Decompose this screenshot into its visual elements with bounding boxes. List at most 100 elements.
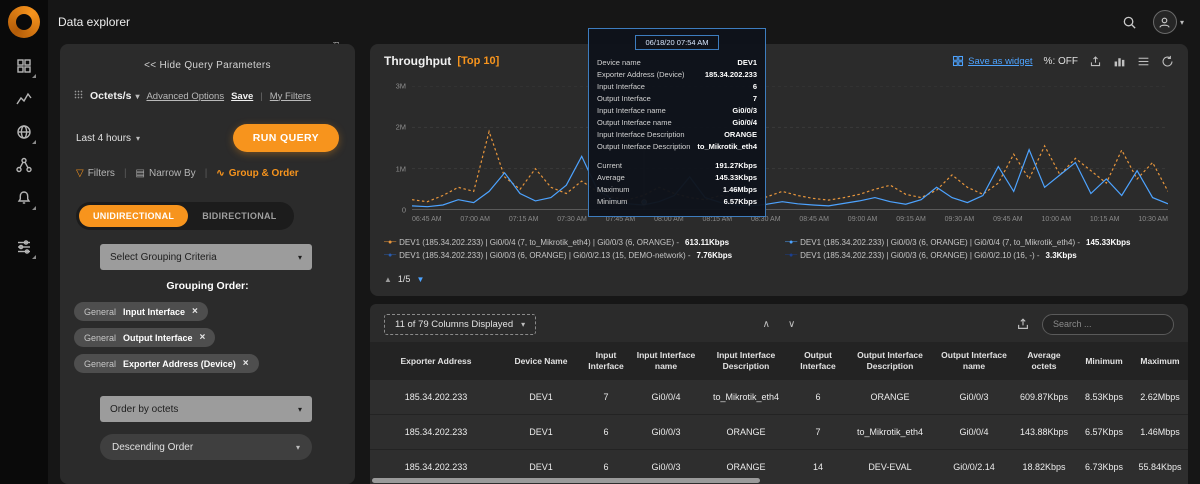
table-header-cell[interactable]: Input Interface name (632, 342, 700, 380)
search-icon[interactable] (1122, 15, 1137, 30)
y-axis-tick: 3M (395, 81, 406, 91)
table-header-cell[interactable]: Output Interface name (936, 342, 1012, 380)
table-cell: 7 (815, 427, 821, 437)
throughput-plot-area[interactable] (412, 86, 1168, 210)
legend-item[interactable]: ─●─ DEV1 (185.34.202.233) | Gi0/0/4 (7, t… (384, 238, 775, 247)
apps-icon[interactable] (12, 54, 36, 78)
percent-toggle[interactable]: %: OFF (1044, 56, 1078, 67)
chart-icon[interactable] (12, 87, 36, 111)
table-cell: 185.34.202.233 (404, 392, 468, 402)
collapse-up-icon[interactable]: ∧ (763, 319, 770, 330)
table-cell: 185.34.202.233 (404, 427, 468, 437)
table-header-cell[interactable]: Exporter Address (370, 342, 502, 380)
legend-page-up-icon[interactable]: ▲ (384, 275, 392, 284)
query-tabs: ▽ Filters | ▤ Narrow By | ∿ Group & Order (76, 168, 347, 179)
legend-item[interactable]: ─●─ DEV1 (185.34.202.233) | Gi0/0/3 (6, O… (384, 251, 775, 260)
globe-icon[interactable] (12, 120, 36, 144)
app-logo[interactable] (8, 6, 40, 38)
table-cell: 1.46Mbps (1140, 427, 1180, 437)
remove-chip-icon[interactable]: × (192, 306, 198, 317)
drag-dots-icon (74, 90, 83, 102)
legend-item[interactable]: ─●─ DEV1 (185.34.202.233) | Gi0/0/3 (6, O… (785, 238, 1176, 247)
y-axis-tick: 1M (395, 164, 406, 174)
table-row[interactable]: 185.34.202.233 DEV1 7 Gi0/0/4 to_Mikrotik_et… (370, 380, 1188, 415)
legend-text: DEV1 (185.34.202.233) | Gi0/0/3 (6, ORAN… (399, 251, 691, 260)
tab-narrow-by[interactable]: ▤ Narrow By (136, 168, 196, 179)
x-axis-tick: 07:00 AM (460, 216, 490, 223)
table-header-row: Exporter Address Device Name Input Interfa… (370, 342, 1188, 380)
collapse-down-icon[interactable]: ∨ (788, 319, 795, 330)
chip-category: General (84, 306, 117, 317)
table-row[interactable]: 185.34.202.233 DEV1 6 Gi0/0/3 ORANGE 7 to_Mikr… (370, 415, 1188, 450)
horizontal-scrollbar[interactable] (372, 478, 760, 483)
legend-item[interactable]: ─●─ DEV1 (185.34.202.233) | Gi0/0/3 (6, O… (785, 251, 1176, 260)
table-header-cell[interactable]: Maximum (1132, 342, 1188, 380)
tooltip-field: Input Interface name Gi0/0/3 (597, 106, 757, 115)
menu-icon[interactable] (1137, 55, 1150, 68)
order-direction-select[interactable]: Descending Order ▾ (100, 434, 312, 460)
grouping-chip[interactable]: General Exporter Address (Device) × (74, 354, 259, 373)
x-axis-tick: 06:45 AM (412, 216, 442, 223)
table-cell: Gi0/0/4 (651, 392, 681, 402)
metric-dropdown[interactable]: Octets/s ▾ (90, 90, 139, 102)
table-header-cell[interactable]: Output Interface Description (844, 342, 936, 380)
x-axis-ticks: 06:45 AM 07:00 AM 07:15 AM 07:30 AM 07:45 AM… (412, 216, 1168, 223)
my-filters-link[interactable]: My Filters (270, 91, 311, 102)
tooltip-field: Input Interface 6 (597, 82, 757, 91)
query-parameters-panel: << Hide Query Parameters Octets/s ▾ Adva… (60, 44, 355, 484)
table-cell: Gi0/0/3 (959, 392, 989, 402)
table-header-cell[interactable]: Input Interface (580, 342, 632, 380)
tooltip-field: Maximum 1.46Mbps (597, 185, 757, 194)
save-as-widget-label: Save as widget (968, 55, 1033, 67)
cards-icon: ▤ (135, 168, 145, 179)
remove-chip-icon[interactable]: × (243, 358, 249, 369)
grouping-criteria-select[interactable]: Select Grouping Criteria ▾ (100, 244, 312, 270)
table-search-input[interactable] (1042, 313, 1174, 335)
grouping-chip[interactable]: General Input Interface × (74, 302, 208, 321)
save-link[interactable]: Save (231, 91, 253, 102)
topology-icon[interactable] (12, 153, 36, 177)
order-by-select[interactable]: Order by octets ▾ (100, 396, 312, 422)
user-menu[interactable]: ▾ (1152, 10, 1184, 34)
table-cell: 2.62Mbps (1140, 392, 1180, 402)
table-header-cell[interactable]: Output Interface (792, 342, 844, 380)
export-table-icon[interactable] (1016, 317, 1030, 331)
save-as-widget-link[interactable]: Save as widget (952, 55, 1033, 67)
refresh-icon[interactable] (1161, 55, 1174, 68)
columns-displayed-button[interactable]: 11 of 79 Columns Displayed ▾ (384, 313, 537, 335)
table-header-cell[interactable]: Device Name (502, 342, 580, 380)
direction-option-unidirectional[interactable]: UNIDIRECTIONAL (79, 205, 189, 227)
legend-value: 7.76Kbps (696, 251, 733, 260)
time-range-dropdown[interactable]: Last 4 hours ▾ (76, 133, 140, 144)
grouping-chip[interactable]: General Output Interface × (74, 328, 216, 347)
tooltip-fields: Device name DEV1 Exporter Address (Device)… (597, 57, 757, 153)
direction-option-bidirectional[interactable]: BIDIRECTIONAL (188, 205, 290, 227)
tooltip-field: Input Interface Description ORANGE (597, 130, 757, 139)
chevron-down-icon: ▾ (136, 133, 141, 143)
tab-filters[interactable]: ▽ Filters (76, 168, 115, 179)
table-cell: 6 (603, 427, 609, 437)
tab-group-order[interactable]: ∿ Group & Order (216, 168, 298, 179)
chevron-down-icon: ▾ (297, 404, 302, 414)
table-header-cell[interactable]: Input Interface Description (700, 342, 792, 380)
metric-row: Octets/s ▾ Advanced Options Save | My Fi… (74, 90, 347, 102)
advanced-options-link[interactable]: Advanced Options (146, 91, 224, 102)
time-range-value: Last 4 hours (76, 132, 132, 144)
throughput-chart[interactable] (412, 86, 1168, 210)
bar-chart-icon[interactable] (1113, 55, 1126, 68)
export-chart-icon[interactable] (1089, 55, 1102, 68)
tooltip-stats: Current 191.27Kbps Average 145.33Kbps Maximu… (597, 160, 757, 208)
legend-marker-icon: ─●─ (785, 239, 797, 246)
bell-icon[interactable] (12, 186, 36, 210)
y-axis-tick: 0 (401, 205, 406, 215)
sliders-icon[interactable] (12, 235, 36, 259)
table-cell: Gi0/0/4 (959, 427, 989, 437)
hide-query-parameters-link[interactable]: << Hide Query Parameters (60, 60, 355, 71)
table-header-cell[interactable]: Minimum (1076, 342, 1132, 380)
legend-page-down-icon[interactable]: ▼ (416, 275, 424, 284)
remove-chip-icon[interactable]: × (200, 332, 206, 343)
table-cell: 609.87Kbps (1019, 392, 1069, 402)
table-header-cell[interactable]: Average octets (1012, 342, 1076, 380)
legend-marker-icon: ─●─ (384, 252, 396, 259)
run-query-button[interactable]: RUN QUERY (232, 124, 339, 152)
